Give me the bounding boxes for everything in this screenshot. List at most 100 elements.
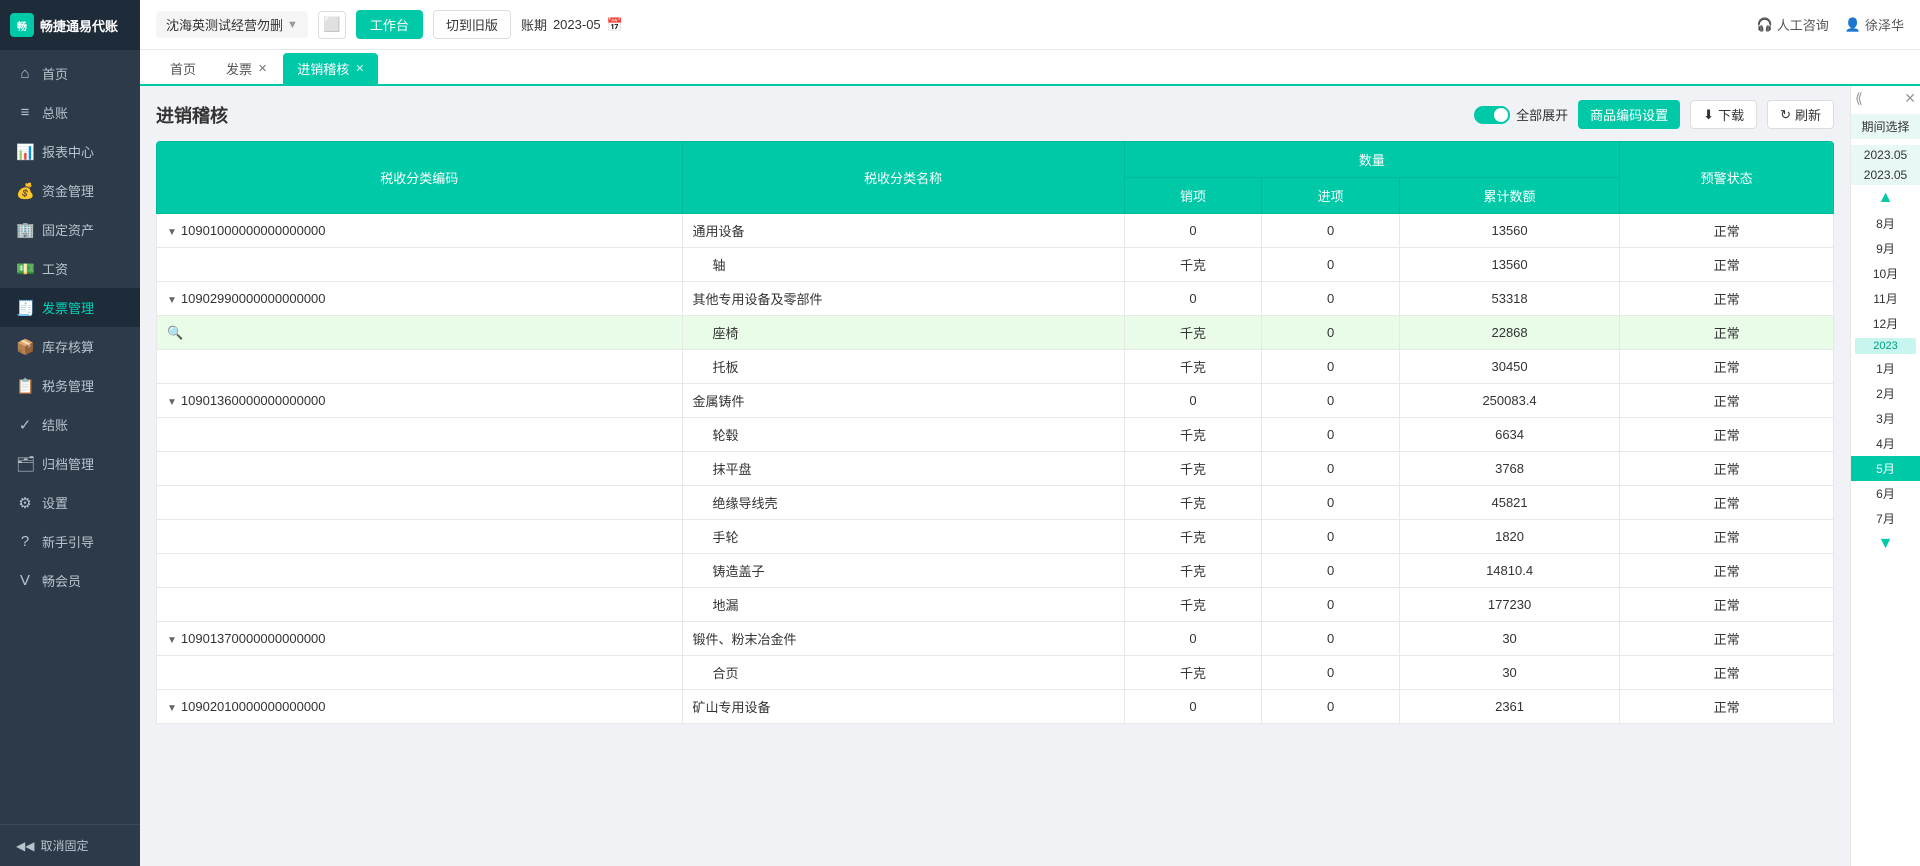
sidebar-item-funds[interactable]: 💰 资金管理: [0, 171, 140, 210]
search-icon[interactable]: 🔍: [167, 325, 183, 340]
period-month-5[interactable]: 5月: [1851, 456, 1920, 481]
calendar-icon[interactable]: 📅: [607, 17, 623, 33]
cell-total: 45821: [1399, 486, 1619, 520]
cell-purchase: 0: [1262, 486, 1400, 520]
expand-toggle[interactable]: [1474, 106, 1510, 124]
tab-reconcile[interactable]: 进销稽核 ✕: [283, 53, 378, 84]
page-actions: 全部展开 商品编码设置 ⬇ 下载 ↻ 刷新: [1474, 100, 1834, 129]
cell-total: 22868: [1399, 316, 1619, 350]
table-row: 地漏 千克 0 177230 正常: [157, 588, 1834, 622]
old-version-label: 切到旧版: [446, 18, 498, 33]
sidebar-item-label: 设置: [42, 493, 68, 512]
logo-text: 畅捷通易代账: [40, 16, 118, 35]
table-header-row: 税收分类编码 税收分类名称 数量 预警状态: [157, 142, 1834, 178]
period-month-9[interactable]: 9月: [1851, 236, 1920, 261]
cell-sale: 0: [1124, 282, 1262, 316]
cell-purchase: 0: [1262, 588, 1400, 622]
sidebar-item-settings[interactable]: ⚙ 设置: [0, 483, 140, 522]
download-button[interactable]: ⬇ 下载: [1690, 100, 1757, 129]
cell-code: [157, 588, 683, 622]
cell-status: 正常: [1620, 656, 1834, 690]
period-month-1[interactable]: 1月: [1851, 356, 1920, 381]
cell-purchase: 0: [1262, 350, 1400, 384]
period-up-btn[interactable]: ▲: [1851, 185, 1920, 211]
tab-home[interactable]: 首页: [156, 53, 210, 84]
settings-icon: ⚙: [16, 494, 34, 512]
user-btn[interactable]: 👤 徐泽华: [1845, 15, 1904, 34]
company-selector[interactable]: 沈海英测试经营勿删 ▼: [156, 11, 308, 38]
sidebar-item-member[interactable]: V 畅会员: [0, 561, 140, 600]
funds-icon: 💰: [16, 182, 34, 200]
sidebar-item-invoice[interactable]: 🧾 发票管理: [0, 288, 140, 327]
period-month-3[interactable]: 3月: [1851, 406, 1920, 431]
th-purchase: 进项: [1262, 178, 1400, 214]
cell-name: 抹平盘: [682, 452, 1124, 486]
period-month-10[interactable]: 10月: [1851, 261, 1920, 286]
sidebar-item-tax[interactable]: 📋 税务管理: [0, 366, 140, 405]
cell-total: 1820: [1399, 520, 1619, 554]
sidebar-item-inventory[interactable]: 📦 库存核算: [0, 327, 140, 366]
page-header: 进销稽核 全部展开 商品编码设置 ⬇ 下载 ↻ 刷新: [156, 100, 1834, 129]
old-version-button[interactable]: 切到旧版: [433, 10, 511, 39]
cell-name: 金属铸件: [682, 384, 1124, 418]
period-down-btn[interactable]: ▼: [1851, 531, 1920, 557]
sidebar-item-label: 发票管理: [42, 298, 94, 317]
period-close-icon[interactable]: ✕: [1904, 90, 1916, 107]
download-label: 下载: [1718, 105, 1744, 124]
product-code-setting-button[interactable]: 商品编码设置: [1578, 100, 1680, 129]
cell-name: 绝缘导线壳: [682, 486, 1124, 520]
sidebar-item-assets[interactable]: 🏢 固定资产: [0, 210, 140, 249]
sidebar-item-payroll[interactable]: 💵 工资: [0, 249, 140, 288]
sidebar-item-guide[interactable]: ? 新手引导: [0, 522, 140, 561]
cell-status: 正常: [1620, 384, 1834, 418]
tab-invoice[interactable]: 发票 ✕: [212, 53, 281, 84]
workbench-label: 工作台: [370, 18, 409, 33]
period-month-7[interactable]: 7月: [1851, 506, 1920, 531]
tab-reconcile-close-icon[interactable]: ✕: [355, 62, 364, 75]
cell-sale: 0: [1124, 384, 1262, 418]
period-month-4[interactable]: 4月: [1851, 431, 1920, 456]
service-btn[interactable]: 🎧 人工咨询: [1757, 15, 1829, 34]
sidebar-nav: ⌂ 首页 ≡ 总账 📊 报表中心 💰 资金管理 🏢 固定资产 💵 工资 🧾 发票…: [0, 50, 140, 824]
workbench-button[interactable]: 工作台: [356, 10, 423, 39]
cell-purchase: 0: [1262, 690, 1400, 724]
period-month-8[interactable]: 8月: [1851, 211, 1920, 236]
cell-total: 13560: [1399, 214, 1619, 248]
assets-icon: 🏢: [16, 221, 34, 239]
period-expand-icon[interactable]: ⟪: [1855, 90, 1863, 107]
period-year-2023[interactable]: 2023: [1855, 338, 1916, 354]
user-name: 徐泽华: [1865, 15, 1904, 34]
period-month-2[interactable]: 2月: [1851, 381, 1920, 406]
table-row: ▼10901000000000000000 通用设备 0 0 13560 正常: [157, 214, 1834, 248]
cell-purchase: 0: [1262, 384, 1400, 418]
cell-purchase: 0: [1262, 520, 1400, 554]
sidebar-item-ledger[interactable]: ≡ 总账: [0, 93, 140, 132]
period-month-12[interactable]: 12月: [1851, 311, 1920, 336]
sidebar-item-archive[interactable]: 🗂 归档管理: [0, 444, 140, 483]
cell-status: 正常: [1620, 554, 1834, 588]
period-month-11[interactable]: 11月: [1851, 286, 1920, 311]
pin-icon: ◀◀: [16, 839, 34, 853]
refresh-button[interactable]: ↻ 刷新: [1767, 100, 1834, 129]
tab-invoice-close-icon[interactable]: ✕: [258, 62, 267, 75]
sidebar-footer-unpin[interactable]: ◀◀ 取消固定: [0, 824, 140, 866]
ledger-icon: ≡: [16, 104, 34, 121]
cell-name: 合页: [682, 656, 1124, 690]
cell-total: 30: [1399, 622, 1619, 656]
topbar: 沈海英测试经营勿删 ▼ ⬜ 工作台 切到旧版 账期 2023-05 📅 🎧 人工…: [140, 0, 1920, 50]
table-row: ▼10902990000000000000 其他专用设备及零部件 0 0 533…: [157, 282, 1834, 316]
cell-status: 正常: [1620, 282, 1834, 316]
tax-icon: 📋: [16, 377, 34, 395]
archive-btn[interactable]: ⬜: [318, 11, 346, 39]
th-code: 税收分类编码: [157, 142, 683, 214]
sidebar-item-checkout[interactable]: ✓ 结账: [0, 405, 140, 444]
invoice-icon: 🧾: [16, 299, 34, 317]
cell-status: 正常: [1620, 418, 1834, 452]
cell-purchase: 0: [1262, 316, 1400, 350]
tabs-bar: 首页 发票 ✕ 进销稽核 ✕: [140, 50, 1920, 86]
sidebar-item-home[interactable]: ⌂ 首页: [0, 54, 140, 93]
cell-unit: 千克: [1124, 350, 1262, 384]
period-month-6[interactable]: 6月: [1851, 481, 1920, 506]
sidebar-item-reports[interactable]: 📊 报表中心: [0, 132, 140, 171]
cell-total: 14810.4: [1399, 554, 1619, 588]
